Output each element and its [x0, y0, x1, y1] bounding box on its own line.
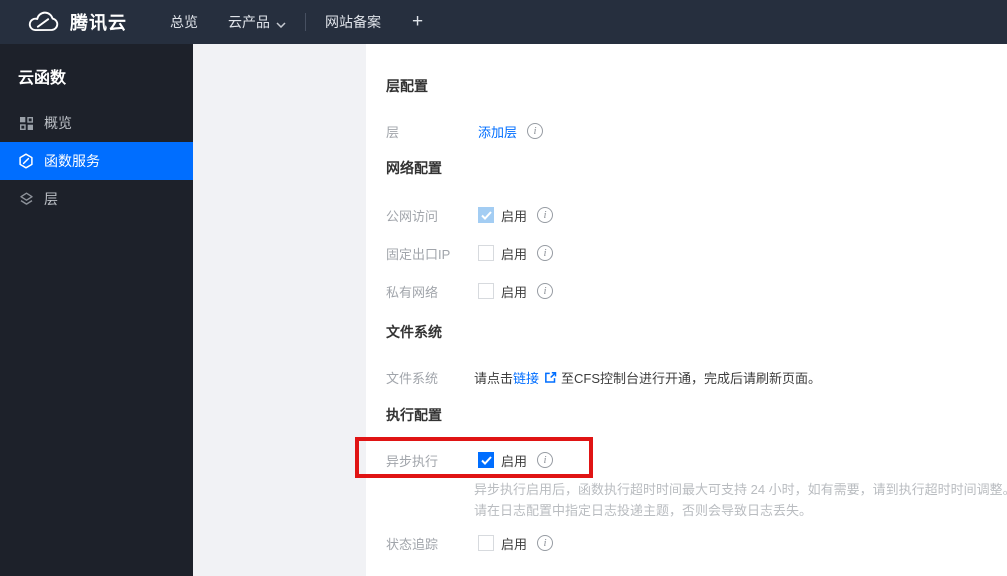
- status-tracing-enable-label: 启用: [501, 536, 528, 552]
- nav-cloud-products-label: 云产品: [228, 14, 270, 30]
- vpc-checkbox[interactable]: [478, 283, 494, 299]
- nav-cloud-products[interactable]: 云产品: [213, 0, 301, 44]
- filesystem-text-before: 请点击: [474, 370, 514, 386]
- async-execution-helper-text: 异步执行启用后，函数执行超时时间最大可支持 24 小时，如有需要，请到执行超时时…: [474, 479, 1007, 521]
- filesystem-row: 文件系统 请点击 链接 至CFS控制台进行开通，完成后请刷新页面。: [386, 368, 821, 386]
- public-access-row: 公网访问 启用 i: [386, 206, 554, 224]
- secondary-panel: [193, 44, 366, 576]
- cfs-link[interactable]: 链接: [513, 368, 539, 387]
- info-icon[interactable]: i: [527, 123, 544, 139]
- layer-row: 层 添加层 i: [386, 122, 544, 141]
- sidebar-item-label: 层: [44, 191, 58, 207]
- sidebar-item-overview[interactable]: 概览: [0, 104, 193, 142]
- async-execution-row: 异步执行 启用 i: [386, 451, 554, 469]
- filesystem-label: 文件系统: [386, 370, 439, 386]
- external-link-icon[interactable]: [544, 371, 557, 384]
- info-icon[interactable]: i: [537, 452, 554, 468]
- top-navigation: 总览 云产品 网站备案 +: [155, 0, 439, 44]
- info-icon[interactable]: i: [537, 283, 554, 299]
- public-access-label: 公网访问: [386, 208, 439, 224]
- tencent-cloud-logo-icon[interactable]: [26, 10, 60, 35]
- public-access-enable-label: 启用: [501, 208, 528, 224]
- public-access-checkbox: [478, 207, 494, 223]
- vpc-row: 私有网络 启用 i: [386, 282, 554, 300]
- sidebar-title: 云函数: [18, 70, 67, 87]
- chevron-down-icon: [276, 15, 286, 31]
- sidebar-item-layers[interactable]: 层: [0, 180, 193, 218]
- async-helper-line1: 异步执行启用后，函数执行超时时间最大可支持 24 小时，如有需要，请到执行超时时…: [474, 482, 1007, 497]
- nav-website-record[interactable]: 网站备案: [310, 0, 396, 44]
- section-heading-execution-config: 执行配置: [386, 407, 442, 423]
- section-heading-network-config: 网络配置: [386, 160, 442, 176]
- async-execution-enable-label: 启用: [501, 453, 528, 469]
- info-icon[interactable]: i: [537, 245, 554, 261]
- add-layer-link[interactable]: 添加层: [478, 122, 517, 141]
- section-heading-filesystem: 文件系统: [386, 324, 442, 340]
- function-config-panel: 层配置 层 添加层 i 网络配置 公网访问 启用 i 固定出口IP 启用 i 私…: [366, 44, 1007, 576]
- sidebar-item-function-service[interactable]: 函数服务: [0, 142, 193, 180]
- add-tab-button[interactable]: +: [396, 11, 439, 33]
- vpc-enable-label: 启用: [501, 284, 528, 300]
- top-navbar: 腾讯云 总览 云产品 网站备案 +: [0, 0, 1007, 44]
- sidebar-item-label: 概览: [44, 115, 72, 131]
- fixed-ip-label: 固定出口IP: [386, 246, 451, 262]
- brand-name[interactable]: 腾讯云: [70, 9, 127, 35]
- function-service-icon: [18, 153, 34, 169]
- section-heading-layer-config: 层配置: [386, 78, 428, 94]
- nav-divider: [305, 13, 306, 31]
- sidebar-menu: 概览 函数服务 层: [0, 104, 193, 218]
- status-tracing-label: 状态追踪: [386, 536, 439, 552]
- info-icon[interactable]: i: [537, 535, 554, 551]
- status-tracing-row: 状态追踪 启用 i: [386, 534, 554, 552]
- fixed-ip-row: 固定出口IP 启用 i: [386, 244, 554, 262]
- vpc-label: 私有网络: [386, 284, 439, 300]
- async-helper-line2: 请在日志配置中指定日志投递主题，否则会导致日志丢失。: [474, 503, 813, 518]
- fixed-ip-checkbox[interactable]: [478, 245, 494, 261]
- info-icon[interactable]: i: [537, 207, 554, 223]
- fixed-ip-enable-label: 启用: [501, 246, 528, 262]
- layers-icon: [18, 191, 34, 207]
- sidebar-item-label: 函数服务: [44, 153, 100, 169]
- filesystem-text-after: 至CFS控制台进行开通，完成后请刷新页面。: [561, 370, 822, 386]
- async-execution-checkbox[interactable]: [478, 452, 494, 468]
- nav-overview[interactable]: 总览: [155, 0, 213, 44]
- layer-row-label: 层: [386, 124, 400, 140]
- sidebar: 云函数 概览 函数服务 层: [0, 44, 193, 576]
- async-execution-label: 异步执行: [386, 453, 439, 469]
- grid-icon: [18, 115, 34, 131]
- status-tracing-checkbox[interactable]: [478, 535, 494, 551]
